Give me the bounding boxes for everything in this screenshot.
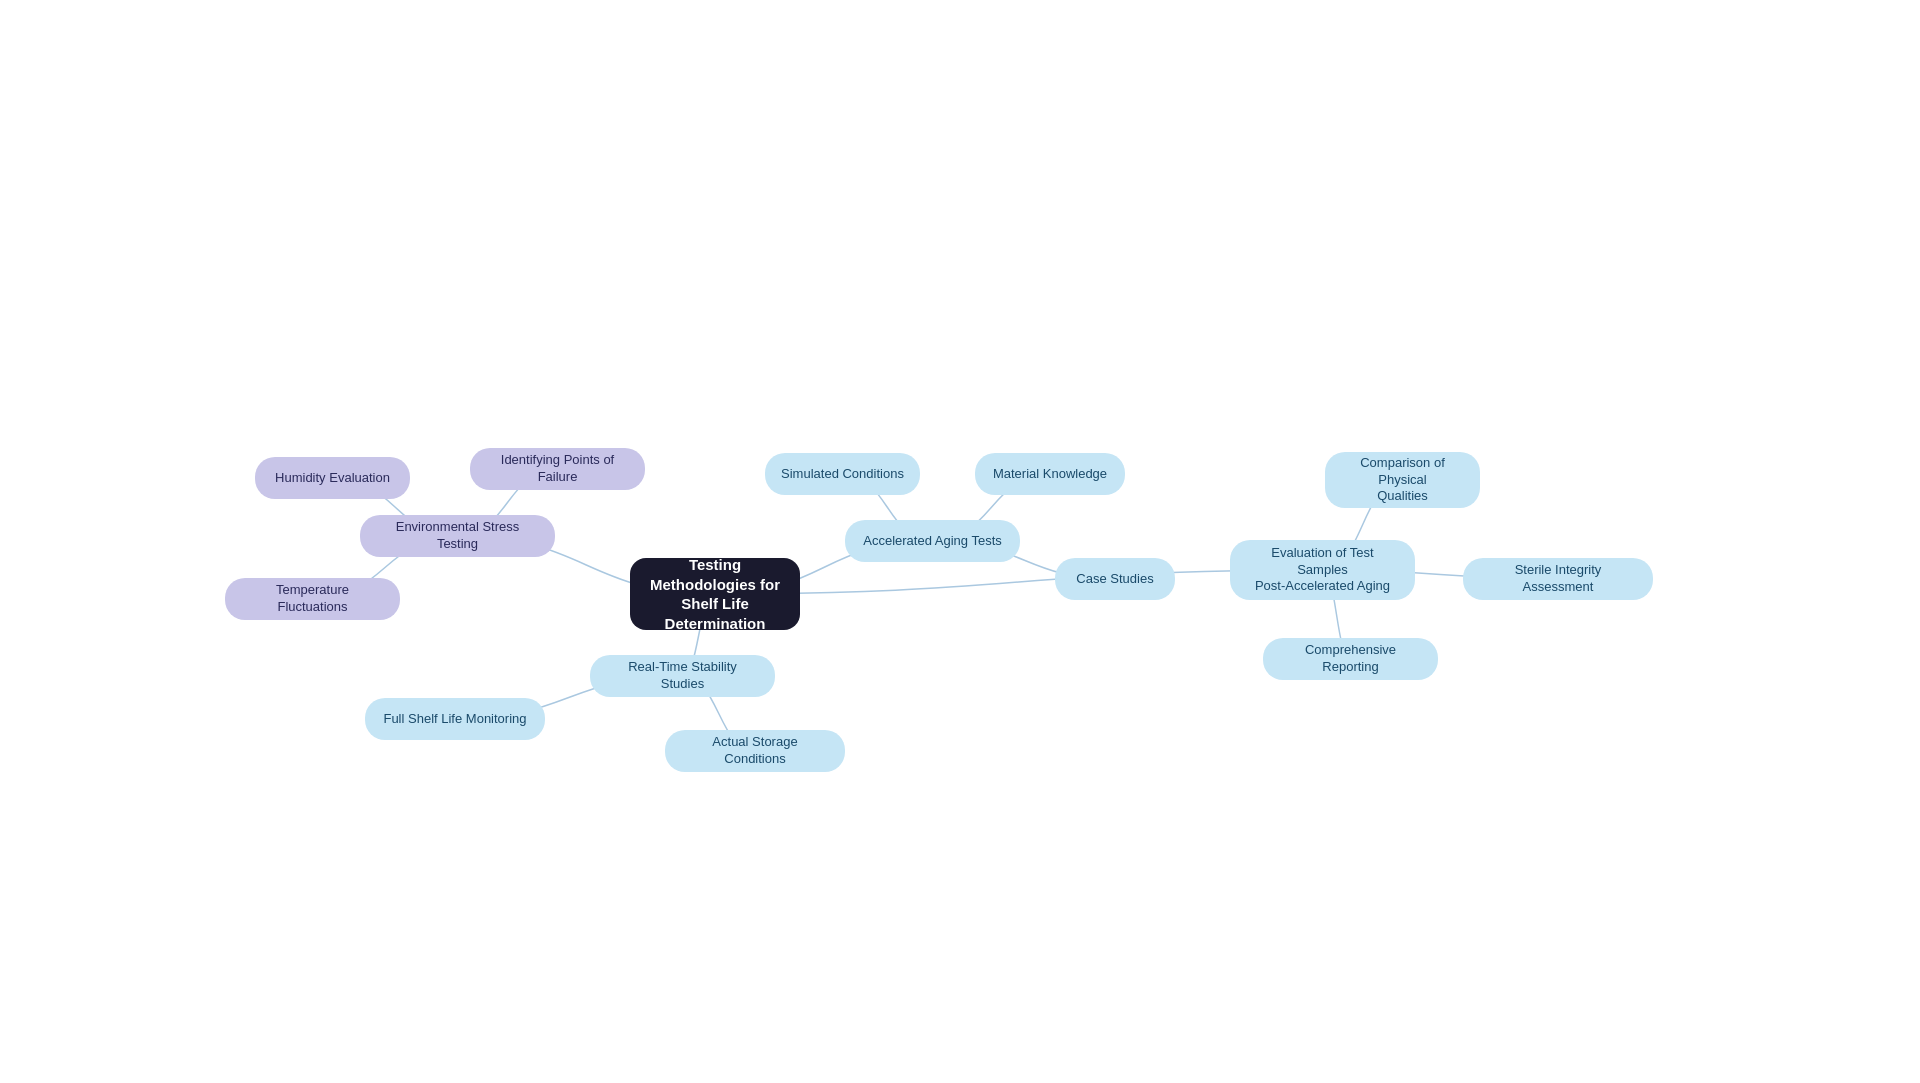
- node-label-material_knowledge: Material Knowledge: [993, 466, 1107, 483]
- node-case_studies[interactable]: Case Studies: [1055, 558, 1175, 600]
- node-material_knowledge[interactable]: Material Knowledge: [975, 453, 1125, 495]
- node-label-real_time_stability: Real-Time Stability Studies: [606, 659, 759, 693]
- node-accelerated_aging[interactable]: Accelerated Aging Tests: [845, 520, 1020, 562]
- node-comprehensive_reporting[interactable]: Comprehensive Reporting: [1263, 638, 1438, 680]
- node-center[interactable]: Testing Methodologies forShelf Life Dete…: [630, 558, 800, 630]
- node-label-center: Testing Methodologies forShelf Life Dete…: [646, 555, 784, 633]
- node-label-temperature_fluctuations: Temperature Fluctuations: [241, 582, 384, 616]
- node-comparison_physical[interactable]: Comparison of PhysicalQualities: [1325, 452, 1480, 508]
- node-temperature_fluctuations[interactable]: Temperature Fluctuations: [225, 578, 400, 620]
- node-evaluation_post[interactable]: Evaluation of Test SamplesPost-Accelerat…: [1230, 540, 1415, 600]
- node-identifying_points[interactable]: Identifying Points of Failure: [470, 448, 645, 490]
- node-label-sterile_integrity: Sterile Integrity Assessment: [1479, 562, 1637, 596]
- node-label-identifying_points: Identifying Points of Failure: [486, 452, 629, 486]
- node-label-comprehensive_reporting: Comprehensive Reporting: [1279, 642, 1422, 676]
- node-simulated_conditions[interactable]: Simulated Conditions: [765, 453, 920, 495]
- node-real_time_stability[interactable]: Real-Time Stability Studies: [590, 655, 775, 697]
- node-environmental_stress[interactable]: Environmental Stress Testing: [360, 515, 555, 557]
- node-label-case_studies: Case Studies: [1076, 571, 1153, 588]
- node-label-humidity_evaluation: Humidity Evaluation: [275, 470, 390, 487]
- node-full_shelf_life[interactable]: Full Shelf Life Monitoring: [365, 698, 545, 740]
- node-label-comparison_physical: Comparison of PhysicalQualities: [1341, 455, 1464, 506]
- node-actual_storage[interactable]: Actual Storage Conditions: [665, 730, 845, 772]
- node-sterile_integrity[interactable]: Sterile Integrity Assessment: [1463, 558, 1653, 600]
- node-humidity_evaluation[interactable]: Humidity Evaluation: [255, 457, 410, 499]
- node-label-actual_storage: Actual Storage Conditions: [681, 734, 829, 768]
- node-label-evaluation_post: Evaluation of Test SamplesPost-Accelerat…: [1246, 545, 1399, 596]
- node-label-accelerated_aging: Accelerated Aging Tests: [863, 533, 1002, 550]
- node-label-full_shelf_life: Full Shelf Life Monitoring: [383, 711, 526, 728]
- node-label-simulated_conditions: Simulated Conditions: [781, 466, 904, 483]
- node-label-environmental_stress: Environmental Stress Testing: [376, 519, 539, 553]
